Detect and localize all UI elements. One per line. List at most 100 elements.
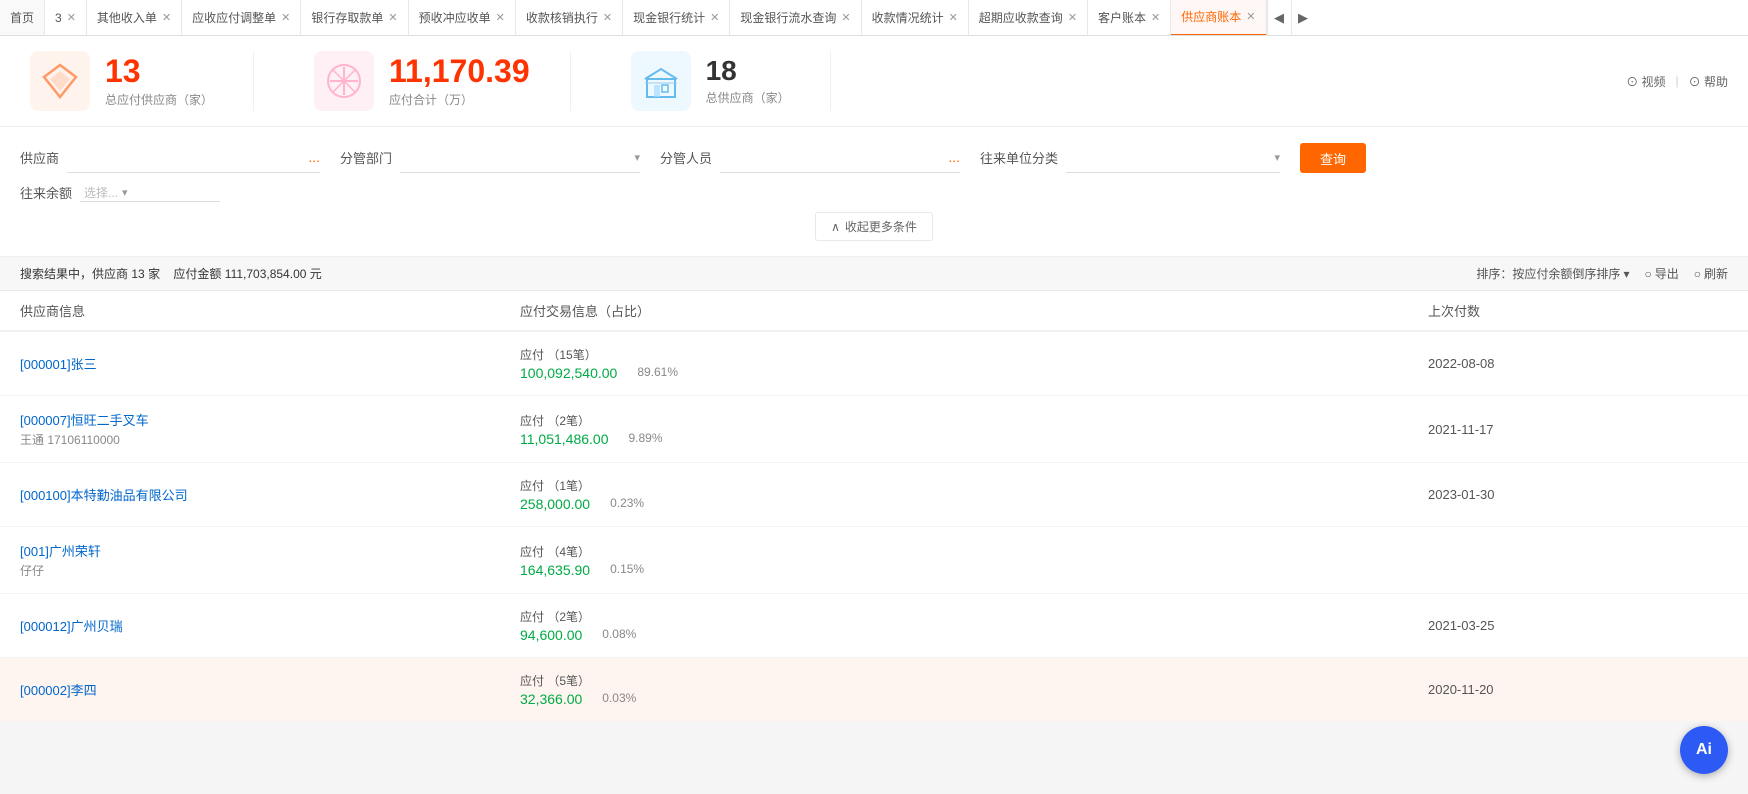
filter-dept: 分管部门 ▾ [340, 142, 640, 173]
nav-tab-supplier-account[interactable]: 供应商账本 ✕ [1171, 0, 1266, 36]
query-button[interactable]: 查询 [1300, 143, 1366, 173]
supplier-count-label: 总应付供应商（家） [105, 91, 213, 108]
col-header-supplier: 供应商信息 [20, 301, 520, 320]
supplier-filter-label: 供应商 [20, 148, 59, 167]
dept-chevron-icon[interactable]: ▾ [634, 151, 640, 164]
nav-tab-t3-close[interactable]: ✕ [67, 11, 76, 24]
snowflake-icon [324, 61, 364, 101]
unit-class-chevron-icon[interactable]: ▾ [1274, 151, 1280, 164]
supplier-link-1[interactable]: [000001]张三 [20, 357, 97, 372]
summary-info-amount: 11,170.39 应付合计（万） [389, 55, 530, 108]
ai-button-label: Ai [1696, 741, 1712, 759]
summary-info-total: 18 总供应商（家） [706, 57, 790, 106]
nav-tab-collection-exec[interactable]: 收款核销执行 ✕ [516, 0, 623, 36]
nav-tab-supplier-account-label: 供应商账本 [1181, 8, 1241, 25]
transaction-amount-3[interactable]: 258,000.00 [520, 496, 590, 512]
sort-selector[interactable]: 排序：按应付余额倒序排序 ▾ [1476, 265, 1629, 282]
nav-tab-collection-exec-close[interactable]: ✕ [603, 11, 612, 24]
transaction-amount-2[interactable]: 11,051,486.00 [520, 431, 609, 447]
supplier-info-cell-2: [000007]恒旺二手叉车 王通 17106110000 [20, 410, 520, 448]
nav-tab-home[interactable]: 首页 [0, 0, 45, 36]
video-link[interactable]: ⊙ 视频 [1626, 73, 1665, 90]
transaction-amount-6[interactable]: 32,366.00 [520, 691, 582, 707]
supplier-link-6[interactable]: [000002]李四 [20, 683, 97, 698]
export-icon: ○ [1644, 267, 1651, 281]
transaction-amount-1[interactable]: 100,092,540.00 [520, 365, 617, 381]
nav-tab-bank-deposit[interactable]: 银行存取款单 ✕ [301, 0, 408, 36]
nav-tab-customer-account-close[interactable]: ✕ [1151, 11, 1160, 24]
dept-filter-label: 分管部门 [340, 148, 392, 167]
nav-tab-bank-deposit-close[interactable]: ✕ [388, 11, 397, 24]
table-row: [001]广州荣轩 仔仔 应付 （4笔） 164,635.90 0.15% [0, 527, 1748, 594]
person-filter-label: 分管人员 [660, 148, 712, 167]
nav-tab-cash-bank-stat[interactable]: 现金银行统计 ✕ [623, 0, 730, 36]
table-row: [000002]李四 应付 （5笔） 32,366.00 0.03% 2020-… [0, 658, 1748, 722]
nav-tab-other-income[interactable]: 其他收入单 ✕ [87, 0, 182, 36]
supplier-card-icon [30, 51, 90, 111]
table-row: [000012]广州贝瑞 应付 （2笔） 94,600.00 0.08% 202… [0, 594, 1748, 658]
transaction-cell-5: 应付 （2笔） 94,600.00 0.08% [520, 608, 1428, 643]
nav-tab-cash-bank-flow-close[interactable]: ✕ [841, 11, 850, 24]
last-pay-date-3: 2023-01-30 [1428, 487, 1495, 502]
supplier-filter-input[interactable] [67, 142, 308, 172]
store-icon [641, 61, 681, 101]
nav-tab-t3[interactable]: 3 ✕ [45, 0, 87, 36]
table-row: [000100]本特勤油品有限公司 应付 （1笔） 258,000.00 0.2… [0, 463, 1748, 527]
nav-tab-ap-adjustment-close[interactable]: ✕ [281, 11, 290, 24]
nav-tab-overdue-query[interactable]: 超期应收款查询 ✕ [969, 0, 1088, 36]
transaction-cell-1: 应付 （15笔） 100,092,540.00 89.61% [520, 346, 1428, 381]
collapse-label: 收起更多条件 [845, 218, 917, 235]
results-amount-prefix: 应付金额 [173, 267, 221, 281]
supplier-link-3[interactable]: [000100]本特勤油品有限公司 [20, 488, 188, 503]
person-ellipsis-icon[interactable]: ... [948, 149, 960, 165]
sort-chevron-icon: ▾ [1623, 267, 1629, 281]
transaction-pct-4: 0.15% [610, 562, 644, 576]
nav-arrow-right[interactable]: ▶ [1291, 0, 1315, 36]
export-button[interactable]: ○ 导出 [1644, 265, 1678, 282]
supplier-ellipsis-icon[interactable]: ... [308, 149, 320, 165]
amount-card-icon [314, 51, 374, 111]
balance-chevron-icon[interactable]: ▾ [122, 186, 128, 199]
nav-tab-advance-collect[interactable]: 预收冲应收单 ✕ [409, 0, 516, 36]
balance-placeholder: 选择... [80, 184, 122, 201]
total-card-icon [631, 51, 691, 111]
collapse-button[interactable]: ∧ 收起更多条件 [815, 212, 933, 241]
diamond-icon [40, 61, 80, 101]
nav-tab-other-income-close[interactable]: ✕ [162, 11, 171, 24]
nav-arrow-left[interactable]: ◀ [1267, 0, 1291, 36]
transaction-amount-4[interactable]: 164,635.90 [520, 562, 590, 578]
nav-tab-advance-collect-close[interactable]: ✕ [496, 11, 505, 24]
last-pay-cell-6: 2020-11-20 [1428, 682, 1728, 697]
nav-tab-cash-bank-stat-close[interactable]: ✕ [710, 11, 719, 24]
nav-tab-customer-account[interactable]: 客户账本 ✕ [1088, 0, 1171, 36]
nav-tab-collection-stat[interactable]: 收款情况统计 ✕ [862, 0, 969, 36]
transaction-pct-6: 0.03% [602, 691, 636, 705]
table-row: [000001]张三 应付 （15笔） 100,092,540.00 89.61… [0, 332, 1748, 396]
filter-unit-class: 往来单位分类 ▾ [980, 142, 1280, 173]
export-label: 导出 [1655, 265, 1679, 282]
last-pay-date-1: 2022-08-08 [1428, 356, 1495, 371]
nav-tab-cash-bank-flow-label: 现金银行流水查询 [740, 9, 836, 26]
results-actions: 排序：按应付余额倒序排序 ▾ ○ 导出 ○ 刷新 [1476, 265, 1728, 282]
nav-tab-ap-adjustment[interactable]: 应收应付调整单 ✕ [182, 0, 301, 36]
nav-tab-overdue-query-close[interactable]: ✕ [1068, 11, 1077, 24]
nav-tab-collection-stat-close[interactable]: ✕ [949, 11, 958, 24]
nav-tab-supplier-account-close[interactable]: ✕ [1246, 10, 1255, 23]
supplier-info-cell-6: [000002]李四 [20, 680, 520, 699]
transaction-row-1: 100,092,540.00 89.61% [520, 363, 1428, 381]
transaction-amount-5[interactable]: 94,600.00 [520, 627, 582, 643]
supplier-link-4[interactable]: [001]广州荣轩 [20, 544, 101, 559]
last-pay-cell-5: 2021-03-25 [1428, 618, 1728, 633]
nav-tab-cash-bank-flow[interactable]: 现金银行流水查询 ✕ [730, 0, 861, 36]
transaction-type-4: 应付 （4笔） [520, 543, 1428, 560]
refresh-button[interactable]: ○ 刷新 [1694, 265, 1728, 282]
help-link[interactable]: ⊙ 帮助 [1689, 73, 1728, 90]
transaction-type-3: 应付 （1笔） [520, 477, 1428, 494]
person-filter-input[interactable] [720, 142, 948, 172]
ai-button[interactable]: Ai [1680, 726, 1728, 774]
nav-tab-collection-stat-label: 收款情况统计 [872, 9, 944, 26]
last-pay-cell-1: 2022-08-08 [1428, 356, 1728, 371]
filter-row-1: 供应商 ... 分管部门 ▾ 分管人员 ... 往来单位分类 ▾ [20, 142, 1728, 173]
supplier-link-5[interactable]: [000012]广州贝瑞 [20, 619, 123, 634]
supplier-link-2[interactable]: [000007]恒旺二手叉车 [20, 413, 149, 428]
